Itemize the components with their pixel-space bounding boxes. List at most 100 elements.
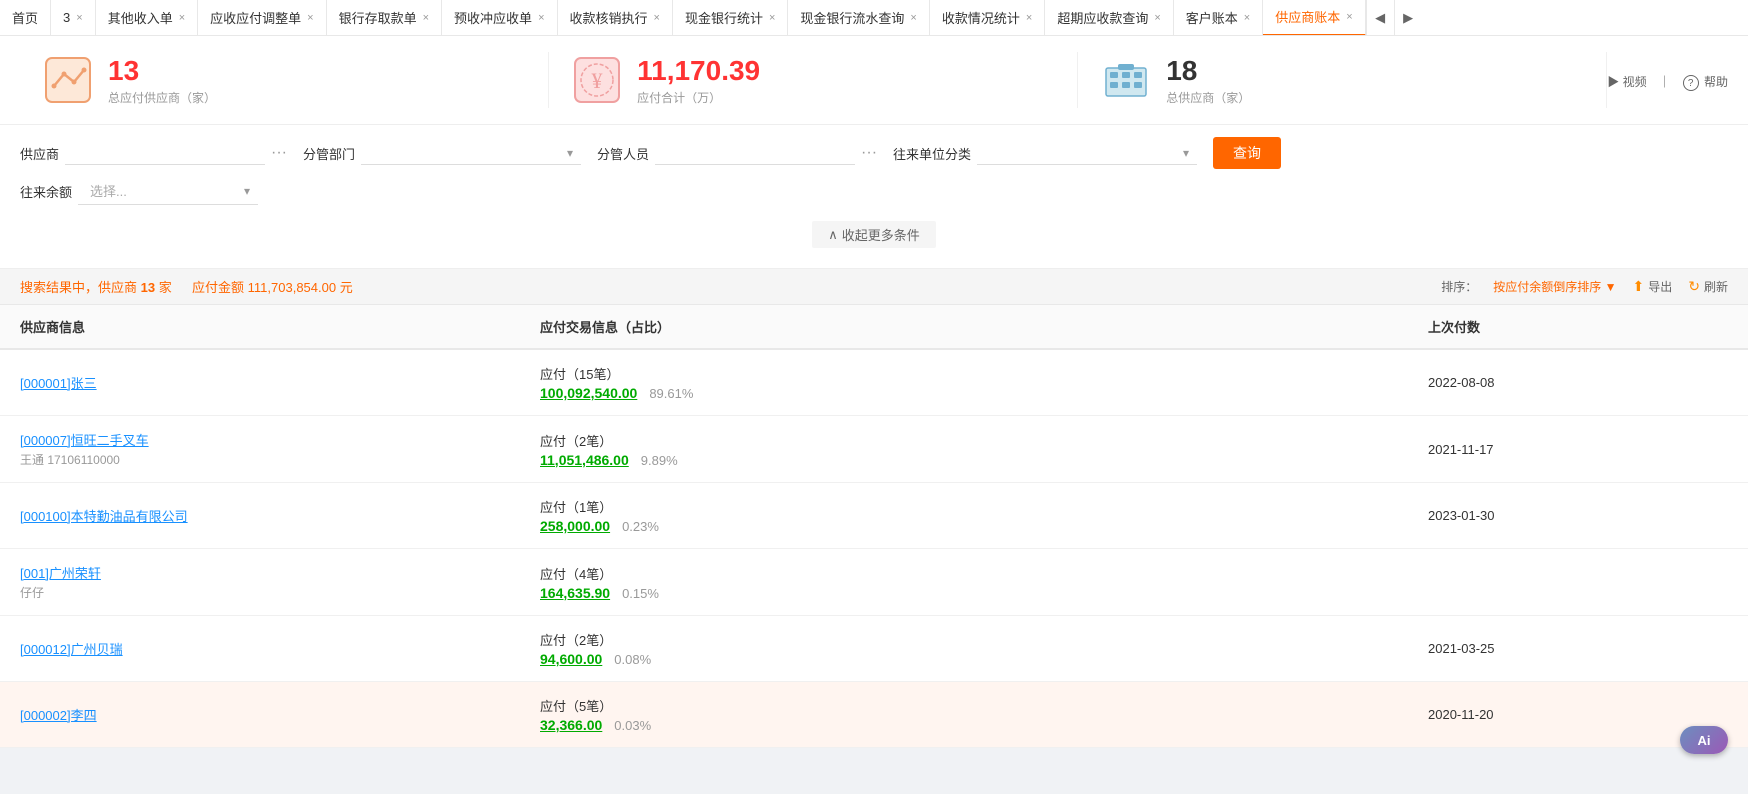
collapse-button[interactable]: ∧ 收起更多条件 xyxy=(812,221,936,248)
total-suppliers-icon xyxy=(1098,52,1154,108)
col-last-pay: 上次付数 xyxy=(1428,317,1728,336)
summary-card-ap-total: ¥ 11,170.39 应付合计（万） xyxy=(549,52,1078,108)
nav-advance-collection[interactable]: 预收冲应收单 × xyxy=(442,0,557,36)
close-icon[interactable]: × xyxy=(76,12,82,24)
table-header: 供应商信息 应付交易信息（占比） 上次付数 xyxy=(0,305,1748,350)
close-icon[interactable]: × xyxy=(1346,11,1352,23)
filter-bar: 供应商 ··· 分管部门 ▾ 分管人员 ··· 往来单位分类 ▾ 查询 往来 xyxy=(0,125,1748,269)
supplier-link[interactable]: [000012]广州贝瑞 xyxy=(20,639,540,658)
ai-button[interactable]: Ai xyxy=(1680,726,1728,754)
close-icon[interactable]: × xyxy=(1244,12,1250,24)
supplier-info-cell: [001]广州荣轩 仔仔 xyxy=(20,563,540,601)
balance-dropdown-icon: ▾ xyxy=(244,184,250,198)
ap-info-cell: 应付（5笔） 32,366.00 0.03% xyxy=(540,696,1428,733)
last-pay-cell: 2021-03-25 xyxy=(1428,641,1728,656)
top-navigation: 首页 3 × 其他收入单 × 应收应付调整单 × 银行存取款单 × 预收冲应收单… xyxy=(0,0,1748,36)
nav-collection-stat[interactable]: 收款情况统计 × xyxy=(930,0,1045,36)
sort-select[interactable]: 按应付余额倒序排序 ▼ xyxy=(1493,278,1616,295)
supplier-link[interactable]: [000002]李四 xyxy=(20,705,540,724)
person-more-icon[interactable]: ··· xyxy=(861,144,877,162)
nav-ar-ap-adjust[interactable]: 应收应付调整单 × xyxy=(198,0,326,36)
supplier-input[interactable] xyxy=(65,141,265,165)
supplier-link[interactable]: [000001]张三 xyxy=(20,373,540,392)
table-row[interactable]: [000001]张三 应付（15笔） 100,092,540.00 89.61%… xyxy=(0,350,1748,416)
ap-info-cell: 应付（4笔） 164,635.90 0.15% xyxy=(540,564,1428,601)
last-pay-cell: 2021-11-17 xyxy=(1428,442,1728,457)
category-select[interactable]: ▾ xyxy=(977,142,1197,165)
supplier-info-cell: [000001]张三 xyxy=(20,373,540,392)
close-icon[interactable]: × xyxy=(910,12,916,24)
nav-tab-3[interactable]: 3 × xyxy=(51,0,96,36)
nav-right-arrow[interactable]: ▶ xyxy=(1394,0,1422,36)
table-row[interactable]: [000002]李四 应付（5笔） 32,366.00 0.03% 2020-1… xyxy=(0,682,1748,748)
supplier-link[interactable]: [001]广州荣轩 xyxy=(20,563,540,582)
ap-info-cell: 应付（2笔） 94,600.00 0.08% xyxy=(540,630,1428,667)
filter-supplier: 供应商 ··· xyxy=(20,141,287,165)
last-pay-cell: 2022-08-08 xyxy=(1428,375,1728,390)
summary-card-ap-suppliers: 13 总应付供应商（家） xyxy=(20,52,549,108)
summary-card-total-suppliers: 18 总供应商（家） xyxy=(1078,52,1607,108)
supplier-info-cell: [000007]恒旺二手叉车 王通 17106110000 xyxy=(20,430,540,468)
supplier-info-cell: [000012]广州贝瑞 xyxy=(20,639,540,658)
supplier-link[interactable]: [000007]恒旺二手叉车 xyxy=(20,430,540,449)
last-pay-cell: 2020-11-20 xyxy=(1428,707,1728,722)
dept-dropdown-icon: ▾ xyxy=(567,146,573,160)
filter-balance: 往来余额 选择... ▾ xyxy=(20,177,258,205)
total-suppliers-info: 18 总供应商（家） xyxy=(1166,55,1250,106)
query-button[interactable]: 查询 xyxy=(1213,137,1281,169)
last-pay-cell: 2023-01-30 xyxy=(1428,508,1728,523)
filter-person: 分管人员 ··· xyxy=(597,141,877,165)
filter-category: 往来单位分类 ▾ xyxy=(893,142,1197,165)
nav-cash-flow-query[interactable]: 现金银行流水查询 × xyxy=(788,0,929,36)
nav-home[interactable]: 首页 xyxy=(0,0,51,36)
help-link[interactable]: ? 帮助 xyxy=(1683,73,1728,92)
person-input[interactable] xyxy=(655,141,855,165)
nav-payment-exec[interactable]: 收款核销执行 × xyxy=(558,0,673,36)
supplier-info-cell: [000100]本特勤油品有限公司 xyxy=(20,506,540,525)
export-button[interactable]: ⬆ 导出 xyxy=(1633,278,1673,295)
supplier-info-cell: [000002]李四 xyxy=(20,705,540,724)
ap-info-cell: 应付（1笔） 258,000.00 0.23% xyxy=(540,497,1428,534)
nav-left-arrow[interactable]: ◀ xyxy=(1366,0,1394,36)
refresh-button[interactable]: ↻ 刷新 xyxy=(1688,278,1728,295)
result-info: 搜索结果中，供应商 13 家 应付金额 111,703,854.00 元 xyxy=(20,277,353,296)
ap-suppliers-icon xyxy=(40,52,96,108)
video-link[interactable]: ▶ 视频 xyxy=(1607,73,1646,90)
col-supplier-info: 供应商信息 xyxy=(20,317,540,336)
summary-help: ▶ 视频 ｜ ? 帮助 xyxy=(1607,69,1728,92)
nav-cash-bank-stat[interactable]: 现金银行统计 × xyxy=(673,0,788,36)
ap-info-cell: 应付（2笔） 11,051,486.00 9.89% xyxy=(540,431,1428,468)
ap-total-info: 11,170.39 应付合计（万） xyxy=(637,55,760,106)
supplier-more-icon[interactable]: ··· xyxy=(271,144,287,162)
close-icon[interactable]: × xyxy=(423,12,429,24)
close-icon[interactable]: × xyxy=(307,12,313,24)
close-icon[interactable]: × xyxy=(538,12,544,24)
close-icon[interactable]: × xyxy=(654,12,660,24)
nav-overdue-ar[interactable]: 超期应收款查询 × xyxy=(1045,0,1173,36)
supplier-table: 供应商信息 应付交易信息（占比） 上次付数 [000001]张三 应付（15笔）… xyxy=(0,305,1748,748)
balance-select[interactable]: 选择... ▾ xyxy=(78,177,258,205)
nav-supplier-account[interactable]: 供应商账本 × xyxy=(1263,0,1365,36)
table-row[interactable]: [000100]本特勤油品有限公司 应付（1笔） 258,000.00 0.23… xyxy=(0,483,1748,549)
table-row[interactable]: [000012]广州贝瑞 应付（2笔） 94,600.00 0.08% 2021… xyxy=(0,616,1748,682)
filter-row-2: 往来余额 选择... ▾ xyxy=(20,177,1728,205)
nav-other-income[interactable]: 其他收入单 × xyxy=(96,0,198,36)
summary-bar: 13 总应付供应商（家） ¥ 11,170.39 应付合计（万） xyxy=(0,36,1748,125)
dept-select[interactable]: ▾ xyxy=(361,142,581,165)
close-icon[interactable]: × xyxy=(179,12,185,24)
ap-suppliers-info: 13 总应付供应商（家） xyxy=(108,55,216,106)
category-dropdown-icon: ▾ xyxy=(1183,146,1189,160)
table-row[interactable]: [001]广州荣轩 仔仔 应付（4笔） 164,635.90 0.15% xyxy=(0,549,1748,616)
help-circle-icon: ? xyxy=(1683,75,1699,91)
nav-bank-deposit[interactable]: 银行存取款单 × xyxy=(327,0,442,36)
supplier-link[interactable]: [000100]本特勤油品有限公司 xyxy=(20,506,540,525)
nav-customer-account[interactable]: 客户账本 × xyxy=(1174,0,1263,36)
result-bar: 搜索结果中，供应商 13 家 应付金额 111,703,854.00 元 排序：… xyxy=(0,269,1748,305)
close-icon[interactable]: × xyxy=(769,12,775,24)
table-row[interactable]: [000007]恒旺二手叉车 王通 17106110000 应付（2笔） 11,… xyxy=(0,416,1748,483)
close-icon[interactable]: × xyxy=(1154,12,1160,24)
ap-info-cell: 应付（15笔） 100,092,540.00 89.61% xyxy=(540,364,1428,401)
close-icon[interactable]: × xyxy=(1026,12,1032,24)
col-ap-info: 应付交易信息（占比） xyxy=(540,317,1428,336)
chevron-up-icon: ∧ xyxy=(828,227,838,243)
